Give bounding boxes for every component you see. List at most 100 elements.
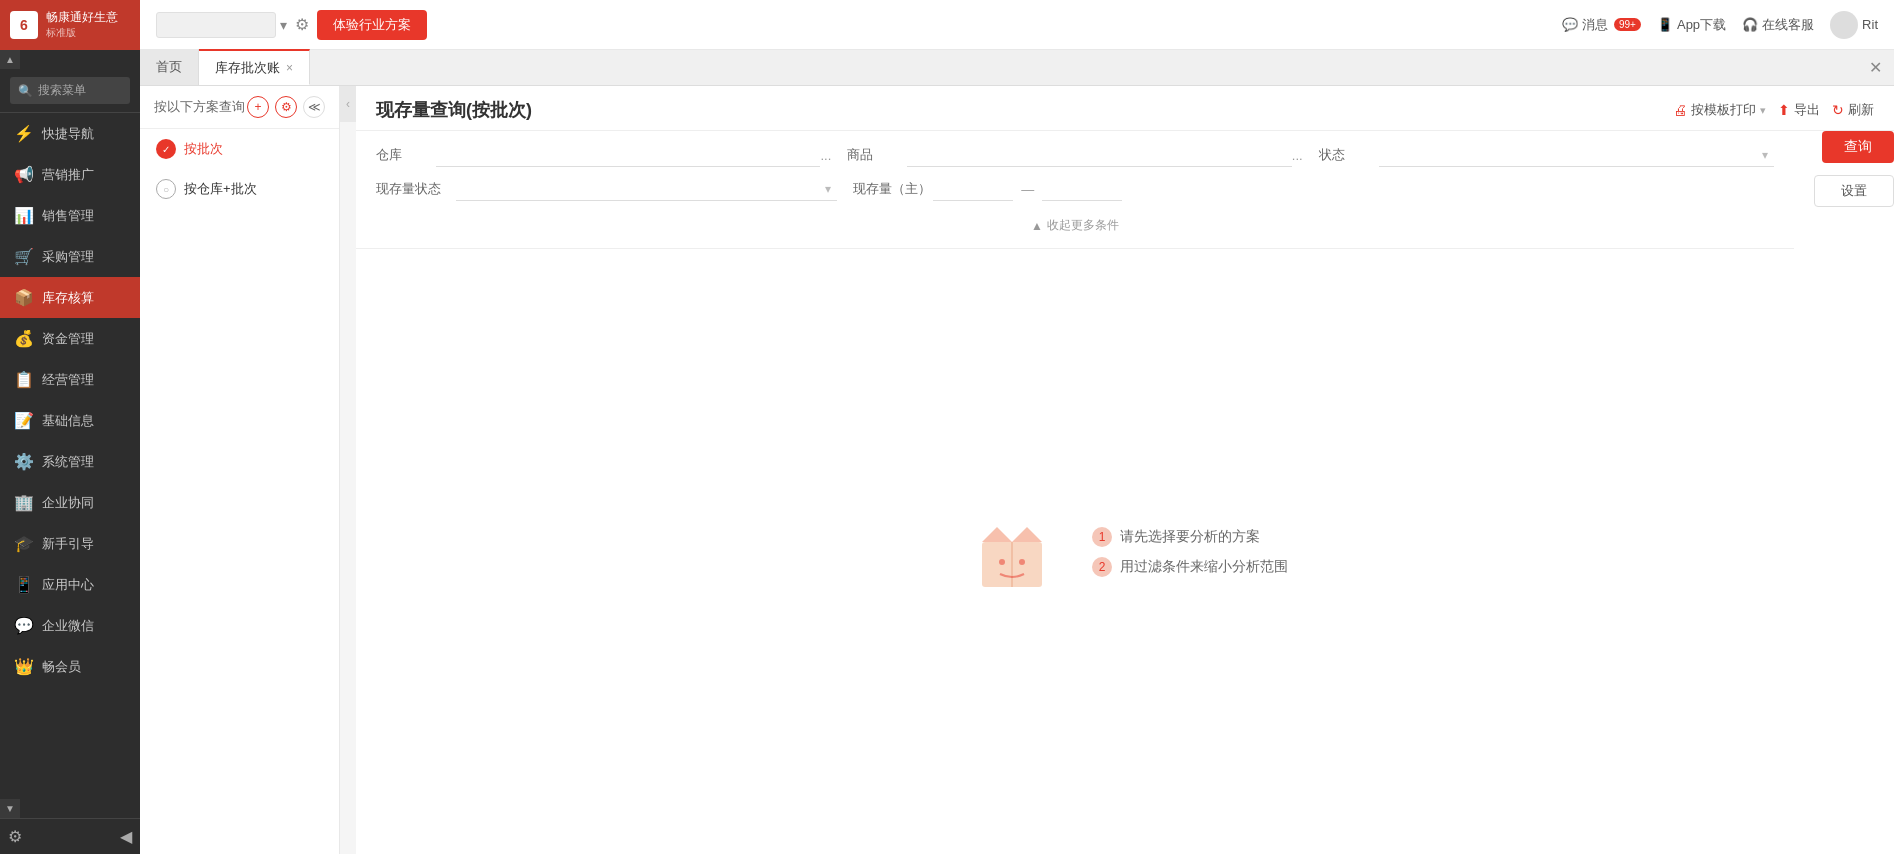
- sidebar-item-marketing[interactable]: 📢 营销推广: [0, 154, 140, 195]
- plan-icon-warehouse: ○: [156, 179, 176, 199]
- sidebar-search-area: 🔍 搜索菜单: [0, 69, 140, 113]
- sidebar-item-label: 畅会员: [42, 658, 81, 676]
- stock-status-select[interactable]: ▾: [456, 178, 837, 201]
- sidebar-item-quick-nav[interactable]: ⚡ 快捷导航: [0, 113, 140, 154]
- refresh-btn[interactable]: ↻ 刷新: [1832, 101, 1874, 119]
- sidebar-item-enterprise[interactable]: 🏢 企业协同: [0, 482, 140, 523]
- tab-close-icon[interactable]: ×: [286, 61, 293, 75]
- product-label: 商品: [847, 146, 907, 164]
- tab-home[interactable]: 首页: [140, 49, 199, 85]
- finance-icon: 💰: [14, 329, 32, 348]
- tip-text-1: 请先选择要分析的方案: [1120, 528, 1260, 546]
- tab-close-all[interactable]: ✕: [1857, 49, 1894, 85]
- sidebar-item-vip[interactable]: 👑 畅会员: [0, 646, 140, 687]
- app-download-label: App下载: [1677, 16, 1726, 34]
- warehouse-more[interactable]: ...: [820, 148, 831, 163]
- svg-point-3: [1019, 559, 1025, 565]
- search-icon: 🔍: [18, 84, 33, 98]
- message-icon: 💬: [1562, 17, 1578, 32]
- tab-inventory-batch[interactable]: 库存批次账 ×: [199, 49, 310, 85]
- vip-icon: 👑: [14, 657, 32, 676]
- messages-action[interactable]: 💬 消息 99+: [1562, 16, 1641, 34]
- sidebar-search-box[interactable]: 🔍 搜索菜单: [10, 77, 130, 104]
- settings-plan-btn[interactable]: ⚙: [275, 96, 297, 118]
- stock-status-label: 现存量状态: [376, 180, 456, 198]
- panel-collapse-handle[interactable]: ‹: [340, 86, 356, 122]
- home-tab-label: 首页: [156, 58, 182, 76]
- print-dropdown-icon[interactable]: ▾: [1760, 104, 1766, 117]
- empty-tips: 1 请先选择要分析的方案 2 用过滤条件来缩小分析范围: [1092, 527, 1288, 577]
- sidebar-item-label: 采购管理: [42, 248, 94, 266]
- app-download-action[interactable]: 📱 App下载: [1657, 16, 1726, 34]
- warehouse-input[interactable]: [436, 143, 820, 167]
- status-dropdown-icon: ▾: [1762, 148, 1768, 162]
- sidebar-item-operations[interactable]: 📋 经营管理: [0, 359, 140, 400]
- empty-state: 1 请先选择要分析的方案 2 用过滤条件来缩小分析范围: [356, 249, 1894, 854]
- topbar-left: ▾ ⚙ 体验行业方案: [156, 10, 1552, 40]
- product-more[interactable]: ...: [1292, 148, 1303, 163]
- sidebar-item-label: 销售管理: [42, 207, 94, 225]
- sidebar-item-finance[interactable]: 💰 资金管理: [0, 318, 140, 359]
- online-service-action[interactable]: 🎧 在线客服: [1742, 16, 1814, 34]
- page-title: 现存量查询(按批次): [376, 98, 532, 122]
- sidebar-item-basic[interactable]: 📝 基础信息: [0, 400, 140, 441]
- stock-qty-min[interactable]: [933, 177, 1013, 201]
- sidebar-scroll-down[interactable]: ▼: [0, 799, 20, 818]
- stock-qty-label: 现存量（主）: [853, 180, 933, 198]
- inventory-icon: 📦: [14, 288, 32, 307]
- filter-warehouse: 仓库 ...: [376, 143, 831, 167]
- app-logo: 6: [10, 11, 38, 39]
- sidebar-item-label: 经营管理: [42, 371, 94, 389]
- query-button[interactable]: 查询: [1822, 131, 1894, 163]
- plan-item-by-warehouse-batch[interactable]: ○ 按仓库+批次: [140, 169, 339, 209]
- operations-icon: 📋: [14, 370, 32, 389]
- topbar-settings-icon[interactable]: ⚙: [295, 15, 309, 34]
- sidebar-item-app-center[interactable]: 📱 应用中心: [0, 564, 140, 605]
- product-input[interactable]: [907, 143, 1291, 167]
- topbar-dropdown-icon[interactable]: ▾: [280, 17, 287, 33]
- left-panel: 按以下方案查询 + ⚙ ≪ ✓ 按批次 ○ 按仓库+批次: [140, 86, 340, 854]
- status-select[interactable]: ▾: [1379, 144, 1774, 167]
- user-name: Rit: [1862, 17, 1878, 32]
- sidebar-item-wechat[interactable]: 💬 企业微信: [0, 605, 140, 646]
- sidebar-nav: 🔍 搜索菜单 ⚡ 快捷导航 📢 营销推广 📊 销售管理 🛒 采购管理 📦 库存核…: [0, 69, 140, 799]
- sidebar-item-newbie[interactable]: 🎓 新手引导: [0, 523, 140, 564]
- status-label: 状态: [1319, 146, 1379, 164]
- sidebar-collapse-icon[interactable]: ◀: [120, 827, 132, 846]
- sidebar-item-purchase[interactable]: 🛒 采购管理: [0, 236, 140, 277]
- refresh-label: 刷新: [1848, 101, 1874, 119]
- app-title-block: 畅康通好生意 标准版: [46, 10, 118, 40]
- stock-qty-max[interactable]: [1042, 177, 1122, 201]
- settings-icon[interactable]: ⚙: [8, 827, 22, 846]
- sidebar-scroll-up[interactable]: ▲: [0, 50, 20, 69]
- print-label: 按模板打印: [1691, 101, 1756, 119]
- sidebar-item-system[interactable]: ⚙️ 系统管理: [0, 441, 140, 482]
- filter-collapse-btn[interactable]: ▲ 收起更多条件: [376, 211, 1774, 236]
- sales-icon: 📊: [14, 206, 32, 225]
- tab-label: 库存批次账: [215, 59, 280, 77]
- topbar-search-box: [156, 12, 276, 38]
- basic-icon: 📝: [14, 411, 32, 430]
- purchase-icon: 🛒: [14, 247, 32, 266]
- plan-label-by-batch: 按批次: [184, 140, 223, 158]
- settings-button[interactable]: 设置: [1814, 175, 1894, 207]
- sidebar-item-sales[interactable]: 📊 销售管理: [0, 195, 140, 236]
- left-panel-header: 按以下方案查询 + ⚙ ≪: [140, 86, 339, 129]
- warehouse-label: 仓库: [376, 146, 436, 164]
- sidebar-item-inventory[interactable]: 📦 库存核算: [0, 277, 140, 318]
- tabbar: 首页 库存批次账 × ✕: [140, 50, 1894, 86]
- quick-nav-icon: ⚡: [14, 124, 32, 143]
- sidebar-item-label: 资金管理: [42, 330, 94, 348]
- experience-btn[interactable]: 体验行业方案: [317, 10, 427, 40]
- export-btn[interactable]: ⬆ 导出: [1778, 101, 1820, 119]
- sidebar-search-label: 搜索菜单: [38, 82, 86, 99]
- plan-item-by-batch[interactable]: ✓ 按批次: [140, 129, 339, 169]
- page-header: 现存量查询(按批次) 🖨 按模板打印 ▾ ⬆ 导出 ↻ 刷新: [356, 86, 1894, 131]
- tip-text-2: 用过滤条件来缩小分析范围: [1120, 558, 1288, 576]
- user-action[interactable]: Rit: [1830, 11, 1878, 39]
- filter-status: 状态 ▾: [1319, 144, 1774, 167]
- print-btn[interactable]: 🖨 按模板打印 ▾: [1673, 101, 1766, 119]
- collapse-panel-btn[interactable]: ≪: [303, 96, 325, 118]
- export-label: 导出: [1794, 101, 1820, 119]
- add-plan-btn[interactable]: +: [247, 96, 269, 118]
